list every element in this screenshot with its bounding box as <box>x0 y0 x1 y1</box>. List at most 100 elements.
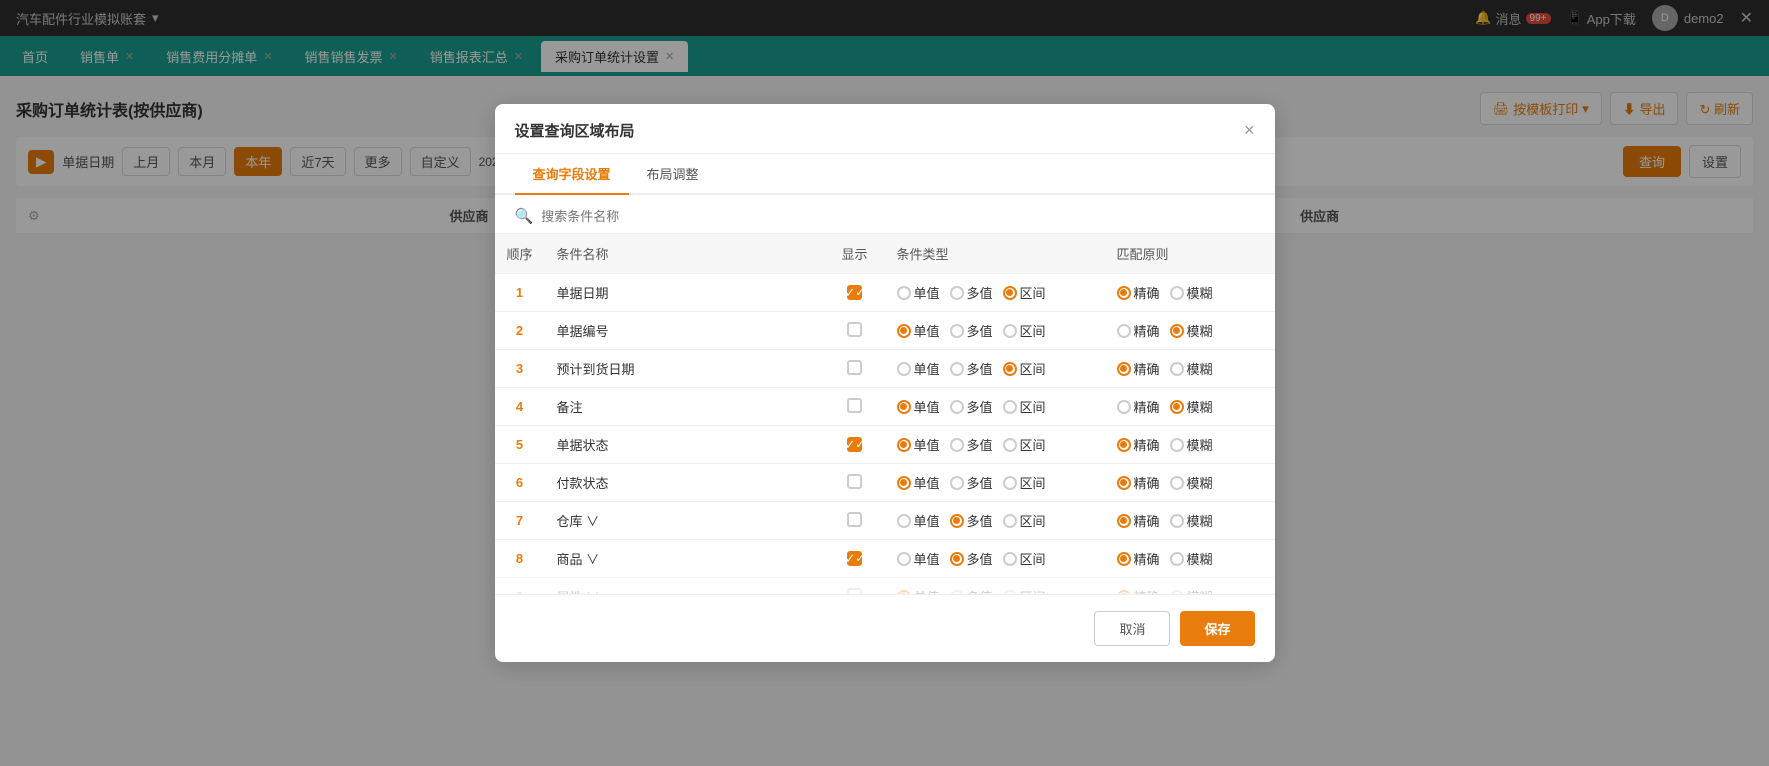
row-type: 单值多值区间 <box>885 274 1105 312</box>
modal-overlay[interactable]: 设置查询区域布局 × 查询字段设置 布局调整 🔍 顺序 条件名称 显示 <box>0 0 1769 766</box>
row-order: 2 <box>495 312 545 350</box>
th-order: 顺序 <box>495 234 545 274</box>
table-row: 2单据编号 单值多值区间 精确模糊 <box>495 312 1275 350</box>
dialog-header: 设置查询区域布局 × <box>495 104 1275 154</box>
row-type: 单值多值区间 <box>885 540 1105 578</box>
checkbox[interactable]: ✓ <box>847 285 862 300</box>
checkbox[interactable] <box>847 474 862 489</box>
radio-type-多值[interactable]: 多值 <box>950 435 993 454</box>
row-type: 单值多值区间 <box>885 426 1105 464</box>
row-match: 精确 模糊 <box>1105 578 1275 595</box>
row-name: 属性 ∨ <box>545 578 825 595</box>
radio-type-多值[interactable]: 多值 <box>950 359 993 378</box>
row-match: 精确模糊 <box>1105 312 1275 350</box>
radio-type-区间[interactable]: 区间 <box>1003 435 1046 454</box>
row-order: 1 <box>495 274 545 312</box>
row-name: 预计到货日期 <box>545 350 825 388</box>
dialog-search-bar: 🔍 <box>495 195 1275 234</box>
radio-type-多值[interactable]: 多值 <box>950 587 993 594</box>
th-name: 条件名称 <box>545 234 825 274</box>
row-display[interactable] <box>825 578 885 595</box>
radio-match-精确[interactable]: 精确 <box>1117 283 1160 302</box>
row-display[interactable]: ✓ <box>825 426 885 464</box>
dialog-tabs: 查询字段设置 布局调整 <box>495 154 1275 195</box>
radio-type-区间[interactable]: 区间 <box>1003 473 1046 492</box>
row-match: 精确模糊 <box>1105 502 1275 540</box>
radio-type-区间[interactable]: 区间 <box>1003 321 1046 340</box>
radio-match-精确[interactable]: 精确 <box>1117 321 1160 340</box>
radio-type-区间[interactable]: 区间 <box>1003 549 1046 568</box>
search-icon: 🔍 <box>515 207 534 225</box>
row-name: 单据编号 <box>545 312 825 350</box>
dialog-close-button[interactable]: × <box>1244 120 1255 141</box>
search-input[interactable] <box>541 209 1254 224</box>
radio-type-区间[interactable]: 区间 <box>1003 587 1046 594</box>
row-name: 商品 ∨ <box>545 540 825 578</box>
row-order: 3 <box>495 350 545 388</box>
radio-type-单值[interactable]: 单值 <box>897 283 940 302</box>
dialog-tab-fields[interactable]: 查询字段设置 <box>515 154 629 195</box>
row-match: 精确模糊 <box>1105 464 1275 502</box>
row-display[interactable] <box>825 388 885 426</box>
cancel-button[interactable]: 取消 <box>1094 611 1170 646</box>
radio-match-模糊[interactable]: 模糊 <box>1170 397 1213 416</box>
radio-match-精确[interactable]: 精确 <box>1117 549 1160 568</box>
radio-type-单值[interactable]: 单值 <box>897 587 940 594</box>
radio-match-精确[interactable]: 精确 <box>1117 359 1160 378</box>
radio-type-区间[interactable]: 区间 <box>1003 397 1046 416</box>
table-row: 1单据日期✓单值多值区间精确模糊 <box>495 274 1275 312</box>
radio-match-精确[interactable]: 精确 <box>1117 587 1160 594</box>
radio-match-精确[interactable]: 精确 <box>1117 473 1160 492</box>
checkbox[interactable] <box>847 360 862 375</box>
radio-type-区间[interactable]: 区间 <box>1003 511 1046 530</box>
radio-type-多值[interactable]: 多值 <box>950 549 993 568</box>
checkbox[interactable]: ✓ <box>847 437 862 452</box>
radio-match-模糊[interactable]: 模糊 <box>1170 549 1213 568</box>
radio-type-单值[interactable]: 单值 <box>897 473 940 492</box>
row-match: 精确模糊 <box>1105 350 1275 388</box>
checkbox[interactable] <box>847 322 862 337</box>
radio-match-精确[interactable]: 精确 <box>1117 397 1160 416</box>
radio-type-单值[interactable]: 单值 <box>897 435 940 454</box>
save-button[interactable]: 保存 <box>1180 611 1254 646</box>
checkbox[interactable] <box>847 588 862 595</box>
dialog-tab-layout[interactable]: 布局调整 <box>629 154 717 195</box>
radio-type-区间[interactable]: 区间 <box>1003 283 1046 302</box>
table-row: 3预计到货日期 单值多值区间 精确模糊 <box>495 350 1275 388</box>
row-display[interactable] <box>825 350 885 388</box>
radio-match-模糊[interactable]: 模糊 <box>1170 511 1213 530</box>
row-order: 9 <box>495 578 545 595</box>
row-match: 精确模糊 <box>1105 388 1275 426</box>
radio-match-模糊[interactable]: 模糊 <box>1170 587 1213 594</box>
radio-type-多值[interactable]: 多值 <box>950 283 993 302</box>
radio-type-多值[interactable]: 多值 <box>950 511 993 530</box>
checkbox[interactable] <box>847 512 862 527</box>
radio-match-模糊[interactable]: 模糊 <box>1170 435 1213 454</box>
checkbox[interactable] <box>847 398 862 413</box>
radio-type-区间[interactable]: 区间 <box>1003 359 1046 378</box>
row-display[interactable] <box>825 464 885 502</box>
row-display[interactable] <box>825 312 885 350</box>
row-order: 7 <box>495 502 545 540</box>
radio-type-多值[interactable]: 多值 <box>950 473 993 492</box>
radio-type-单值[interactable]: 单值 <box>897 549 940 568</box>
radio-match-精确[interactable]: 精确 <box>1117 511 1160 530</box>
radio-type-多值[interactable]: 多值 <box>950 321 993 340</box>
radio-match-模糊[interactable]: 模糊 <box>1170 283 1213 302</box>
radio-type-多值[interactable]: 多值 <box>950 397 993 416</box>
radio-type-单值[interactable]: 单值 <box>897 397 940 416</box>
row-display[interactable]: ✓ <box>825 274 885 312</box>
radio-type-单值[interactable]: 单值 <box>897 511 940 530</box>
radio-type-单值[interactable]: 单值 <box>897 359 940 378</box>
radio-type-单值[interactable]: 单值 <box>897 321 940 340</box>
dialog-table: 顺序 条件名称 显示 条件类型 匹配原则 1单据日期✓单值多值区间精确模糊2单据… <box>495 234 1275 594</box>
checkbox[interactable]: ✓ <box>847 551 862 566</box>
row-type: 单值多值区间 <box>885 502 1105 540</box>
radio-match-模糊[interactable]: 模糊 <box>1170 359 1213 378</box>
radio-match-模糊[interactable]: 模糊 <box>1170 321 1213 340</box>
radio-match-模糊[interactable]: 模糊 <box>1170 473 1213 492</box>
radio-match-精确[interactable]: 精确 <box>1117 435 1160 454</box>
row-display[interactable] <box>825 502 885 540</box>
row-display[interactable]: ✓ <box>825 540 885 578</box>
table-row: 4备注单值多值区间精确模糊 <box>495 388 1275 426</box>
